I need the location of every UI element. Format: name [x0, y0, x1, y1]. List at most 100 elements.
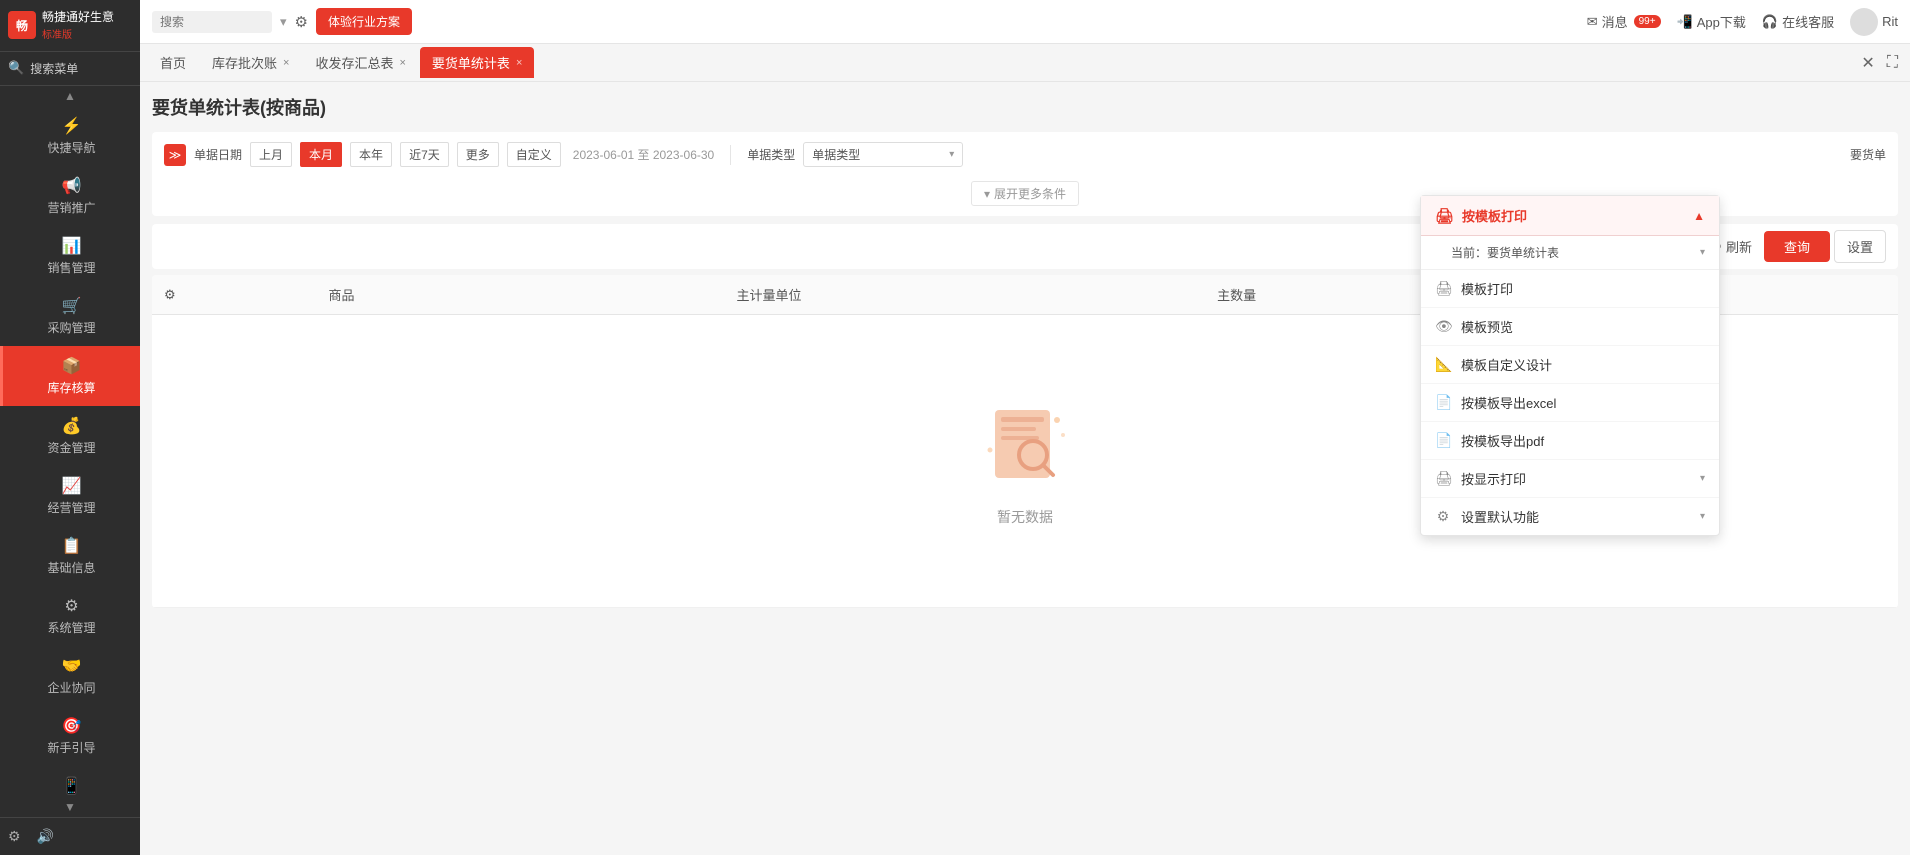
sidebar-item-purchase[interactable]: 🛒 采购管理: [0, 286, 140, 346]
order-type-label: 单据类型: [747, 146, 795, 163]
tab-maximize-icon[interactable]: ⛶: [1883, 52, 1902, 74]
settings-icon[interactable]: ⚙: [8, 828, 21, 845]
sidebar-item-operations[interactable]: 📈 经营管理: [0, 466, 140, 526]
message-icon: ✉: [1587, 14, 1598, 30]
expand-label: 展开更多条件: [994, 185, 1066, 202]
table-th-quantity: 主数量: [1043, 275, 1431, 315]
app-download-btn[interactable]: 📲 App下载: [1677, 12, 1746, 31]
sidebar-logo: ⚡ 畅 畅捷通好生意 标准版: [0, 0, 140, 52]
template-preview-label: 模板预览: [1461, 317, 1513, 336]
order-type-select[interactable]: 单据类型 ▾: [803, 142, 963, 167]
sound-icon[interactable]: 🔊: [37, 828, 54, 845]
tab-inventory-batch[interactable]: 库存批次账 ×: [200, 47, 301, 78]
operations-icon: 📈: [62, 476, 82, 496]
tab-inventory-batch-close-icon[interactable]: ×: [283, 57, 289, 69]
tab-home[interactable]: 首页: [148, 47, 198, 78]
date-btn-last-month[interactable]: 上月: [250, 142, 292, 167]
tab-order-summary-close-icon[interactable]: ×: [516, 57, 522, 69]
template-custom-label: 模板自定义设计: [1461, 355, 1552, 374]
current-template-label: 当前：要货单统计表: [1451, 244, 1559, 261]
search-icon: 🔍: [8, 60, 24, 76]
sidebar-item-marketing[interactable]: 📢 营销推广: [0, 166, 140, 226]
dropdown-item-display-print[interactable]: 🖨 按显示打印 ▾: [1421, 460, 1719, 498]
sidebar-item-label: 经营管理: [47, 499, 95, 516]
date-btn-more[interactable]: 更多: [457, 142, 499, 167]
avatar: [1850, 8, 1878, 36]
dropdown-header[interactable]: 🖨 按模板打印 ▲: [1421, 196, 1719, 236]
tab-receipt-summary-close-icon[interactable]: ×: [399, 57, 405, 69]
sidebar-item-label: 销售管理: [47, 259, 95, 276]
purchase-icon: 🛒: [62, 296, 82, 316]
date-btn-this-month[interactable]: 本月: [300, 142, 342, 167]
tab-order-summary[interactable]: 要货单统计表 ×: [420, 47, 534, 78]
print-dropdown-icon: 🖨: [1435, 207, 1454, 225]
dropdown-item-template-custom[interactable]: 📐 模板自定义设计: [1421, 346, 1719, 384]
set-default-icon: ⚙: [1435, 508, 1451, 525]
dropdown-item-export-excel[interactable]: 📄 按模板导出excel: [1421, 384, 1719, 422]
empty-state-text: 暂无数据: [997, 507, 1053, 527]
sidebar-item-system[interactable]: ⚙ 系统管理: [0, 586, 140, 646]
tab-receipt-summary-label: 收发存汇总表: [315, 53, 393, 72]
sidebar-item-sales[interactable]: 📊 销售管理: [0, 226, 140, 286]
online-service-btn[interactable]: 🎧 在线客服: [1762, 12, 1834, 31]
dropdown-item-template-print[interactable]: 🖨 模板打印: [1421, 270, 1719, 308]
basic-icon: 📋: [62, 536, 82, 556]
topbar-search-input[interactable]: [152, 11, 272, 33]
enterprise-icon: 🤝: [62, 656, 82, 676]
inventory-icon: 📦: [62, 356, 82, 376]
dropdown-item-export-pdf[interactable]: 📄 按模板导出pdf: [1421, 422, 1719, 460]
sidebar-nav: ⚡ 快捷导航 📢 营销推广 📊 销售管理 🛒 采购管理 📦 库存核算 💰 资金管…: [0, 106, 140, 797]
app-logo-icon: ⚡ 畅: [8, 11, 36, 39]
trial-btn[interactable]: 体验行业方案: [316, 8, 412, 35]
tab-close-all-icon[interactable]: ✕: [1857, 51, 1878, 75]
sidebar-item-apps[interactable]: 📱 应用中心: [0, 766, 140, 797]
message-btn[interactable]: ✉ 消息 99+: [1587, 12, 1661, 31]
sidebar-item-guide[interactable]: 🎯 新手引导: [0, 706, 140, 766]
template-print-label: 模板打印: [1461, 279, 1513, 298]
topbar-right: ✉ 消息 99+ 📲 App下载 🎧 在线客服 Rit: [1587, 8, 1898, 36]
sidebar-item-inventory[interactable]: 📦 库存核算: [0, 346, 140, 406]
system-icon: ⚙: [64, 596, 78, 616]
date-range-display: 2023-06-01 至 2023-06-30: [573, 146, 714, 163]
export-excel-icon: 📄: [1435, 394, 1451, 411]
user-area[interactable]: Rit: [1850, 8, 1898, 36]
dropdown-item-set-default[interactable]: ⚙ 设置默认功能 ▾: [1421, 498, 1719, 535]
display-print-chevron-icon: ▾: [1700, 473, 1705, 484]
tabbar: 首页 库存批次账 × 收发存汇总表 × 要货单统计表 × ✕ ⛶: [140, 44, 1910, 82]
order-type-placeholder: 单据类型: [812, 146, 860, 163]
sidebar-item-finance[interactable]: 💰 资金管理: [0, 406, 140, 466]
tab-receipt-summary[interactable]: 收发存汇总表 ×: [303, 47, 417, 78]
table-th-gear[interactable]: ⚙: [152, 275, 188, 315]
template-custom-icon: 📐: [1435, 356, 1451, 373]
toolbar-expand-btn[interactable]: ≫: [164, 144, 186, 166]
topbar-gear-icon[interactable]: ⚙: [295, 13, 308, 31]
scroll-down-btn[interactable]: ▼: [0, 797, 140, 817]
dropdown-current-template[interactable]: 当前：要货单统计表 ▾: [1421, 236, 1719, 270]
expand-conditions-btn[interactable]: ▾ 展开更多条件: [971, 181, 1079, 206]
sidebar-item-label: 企业协同: [47, 679, 95, 696]
date-btn-custom[interactable]: 自定义: [507, 142, 561, 167]
query-btn[interactable]: 查询: [1764, 231, 1830, 262]
message-label: 消息: [1602, 12, 1628, 31]
quick-nav-icon: ⚡: [62, 116, 82, 136]
order-category-label: 要货单: [1850, 146, 1886, 163]
home-label: 首页: [160, 53, 186, 72]
scroll-up-btn[interactable]: ▲: [0, 86, 140, 106]
display-print-label: 按显示打印: [1461, 469, 1526, 488]
sidebar-item-label: 系统管理: [47, 619, 95, 636]
sidebar-item-basic[interactable]: 📋 基础信息: [0, 526, 140, 586]
refresh-label: 刷新: [1726, 237, 1752, 256]
date-btn-this-year[interactable]: 本年: [350, 142, 392, 167]
sidebar-item-label: 营销推广: [47, 199, 95, 216]
current-template-chevron-icon: ▾: [1700, 247, 1705, 258]
sidebar-item-enterprise[interactable]: 🤝 企业协同: [0, 646, 140, 706]
topbar-search-chevron-icon[interactable]: ▾: [280, 14, 287, 30]
sidebar-item-quick-nav[interactable]: ⚡ 快捷导航: [0, 106, 140, 166]
date-btn-7days[interactable]: 近7天: [400, 142, 449, 167]
app-name: 畅捷通好生意: [42, 10, 114, 26]
template-print-icon: 🖨: [1435, 280, 1451, 297]
settings-btn[interactable]: 设置: [1834, 230, 1886, 263]
dropdown-item-template-preview[interactable]: 👁 模板预览: [1421, 308, 1719, 346]
sidebar-search-label: 搜索菜单: [30, 60, 78, 77]
sidebar-search[interactable]: 🔍 搜索菜单: [0, 52, 140, 86]
